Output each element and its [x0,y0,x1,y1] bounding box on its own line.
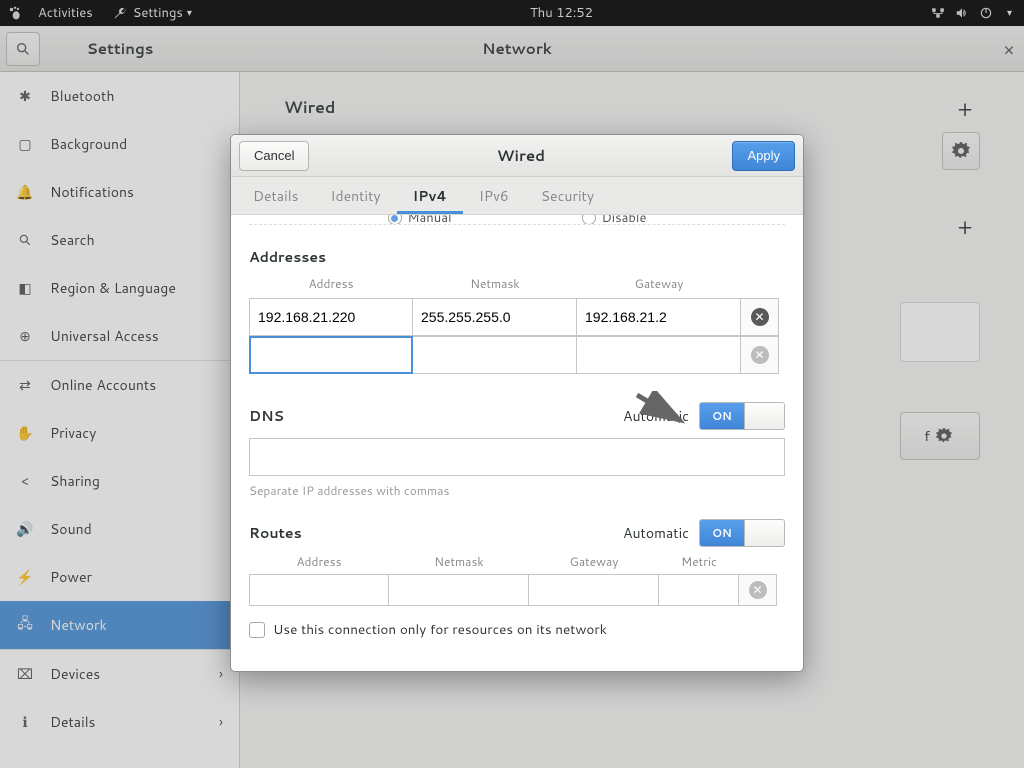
dialog-tabs: Details Identity IPv4 IPv6 Security [231,177,803,215]
route-gateway-input[interactable] [529,574,659,606]
routes-automatic-switch[interactable]: ON [699,519,785,547]
wired-settings-dialog: Cancel Wired Apply Details Identity IPv4… [230,134,804,672]
tab-security[interactable]: Security [525,176,610,214]
switch-on-label: ON [700,403,744,429]
checkbox-icon [249,622,265,638]
netmask-input-0[interactable] [413,298,577,336]
switch-on-label: ON [700,520,744,546]
radio-icon [582,215,596,225]
ipv4-method-disable[interactable]: Disable [582,215,647,225]
remove-icon: ✕ [751,308,769,326]
switch-knob [744,520,784,546]
dns-servers-input[interactable] [249,438,785,476]
switch-knob [744,403,784,429]
routes-col-address: Address [249,553,389,574]
apply-button[interactable]: Apply [732,141,795,171]
only-resources-checkbox-row[interactable]: Use this connection only for resources o… [249,620,785,639]
remove-address-row-1[interactable]: ✕ [741,336,779,374]
gateway-input-1[interactable] [577,336,741,374]
route-netmask-input[interactable] [389,574,529,606]
address-input-0[interactable] [249,298,413,336]
address-input-1[interactable] [249,336,413,374]
dns-hint: Separate IP addresses with commas [249,482,785,499]
routes-col-metric: Metric [659,553,739,574]
tab-ipv4[interactable]: IPv4 [397,176,463,214]
dialog-title: Wired [309,145,732,166]
routes-heading: Routes [249,523,302,543]
routes-col-gateway: Gateway [529,553,659,574]
cancel-button[interactable]: Cancel [239,141,309,171]
ipv4-method-manual[interactable]: Manual [388,215,452,225]
ipv4-method-row: Manual Disable [249,215,785,225]
col-gateway-header: Gateway [577,275,741,296]
only-resources-label: Use this connection only for resources o… [273,620,607,639]
gateway-input-0[interactable] [577,298,741,336]
route-address-input[interactable] [249,574,389,606]
remove-route-row[interactable]: ✕ [739,574,777,606]
tab-ipv6[interactable]: IPv6 [463,176,525,214]
route-metric-input[interactable] [659,574,739,606]
addresses-heading: Addresses [249,247,785,267]
remove-icon: ✕ [749,581,767,599]
col-netmask-header: Netmask [413,275,577,296]
routes-col-netmask: Netmask [389,553,529,574]
netmask-input-1[interactable] [413,336,577,374]
remove-icon: ✕ [751,346,769,364]
tab-identity[interactable]: Identity [315,176,397,214]
col-address-header: Address [249,275,413,296]
tab-details[interactable]: Details [237,176,315,214]
dns-automatic-switch[interactable]: ON [699,402,785,430]
routes-automatic-label: Automatic [623,523,689,543]
dns-heading: DNS [249,406,284,426]
dns-automatic-label: Automatic [623,406,689,426]
radio-icon [388,215,402,225]
remove-address-row-0[interactable]: ✕ [741,298,779,336]
